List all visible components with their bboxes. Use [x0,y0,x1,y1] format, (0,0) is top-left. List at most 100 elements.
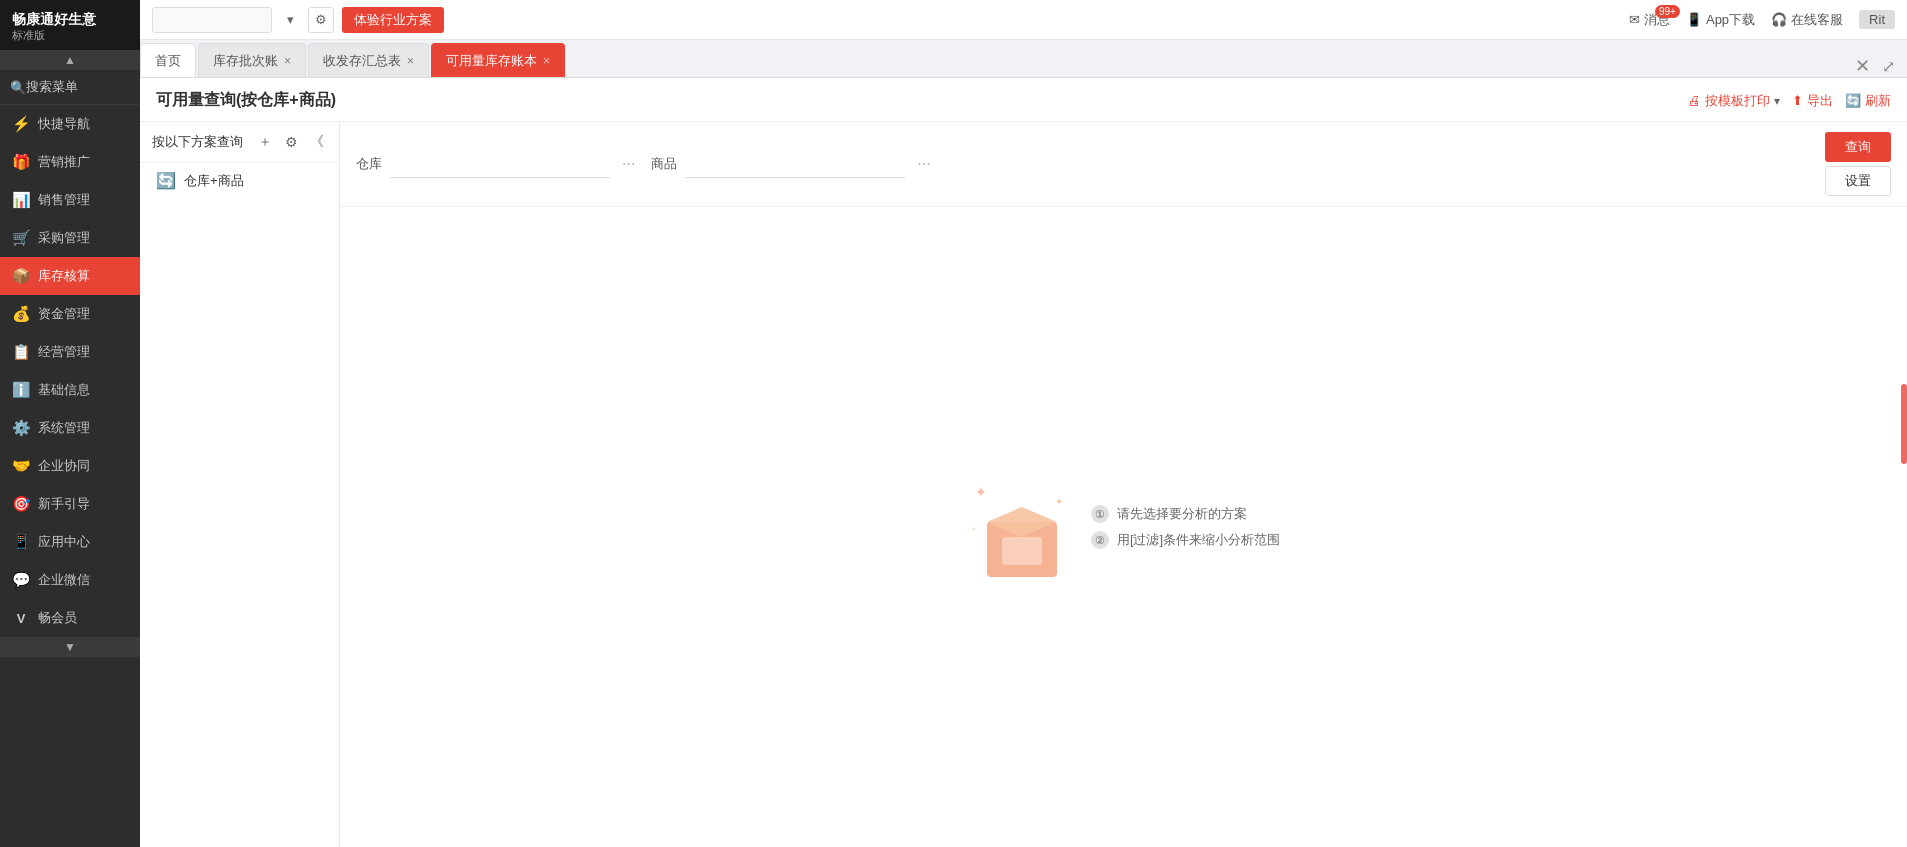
topbar-right: ✉ 消息 99+ 📱 App下载 🎧 在线客服 Rit [1629,10,1895,29]
sidebar-item-sales[interactable]: 📊 销售管理 [0,181,140,219]
sidebar-item-label: 企业协同 [38,457,90,475]
tabs-bar: 首页 库存批次账 × 收发存汇总表 × 可用量库存账本 × ✕ ⤢ [140,40,1907,78]
system-icon: ⚙️ [12,419,30,437]
export-btn[interactable]: ⬆ 导出 [1792,92,1833,110]
query-button[interactable]: 查询 [1825,132,1891,162]
sidebar-search[interactable]: 🔍 搜索菜单 [0,70,140,105]
close-receive-summary-icon[interactable]: × [407,54,414,68]
product-filter-group: 商品 ··· [651,150,930,178]
tab-batch-account-label: 库存批次账 [213,52,278,70]
print-dropdown-icon[interactable]: ▾ [1774,94,1780,108]
printer-icon: 🖨 [1688,93,1701,108]
sidebar-item-label: 销售管理 [38,191,90,209]
sidebar-item-appstore[interactable]: 📱 应用中心 [0,523,140,561]
sidebar-item-label: 采购管理 [38,229,90,247]
enterprise-icon: 🤝 [12,457,30,475]
empty-tip-2: ② 用[过滤]条件来缩小分析范围 [1091,531,1280,549]
app-name: 畅康通好生意 [12,10,128,28]
warehouse-more-icon[interactable]: ··· [622,155,635,173]
action-buttons: 查询 设置 [1825,132,1891,196]
tab-available-account[interactable]: 可用量库存账本 × [431,43,565,77]
right-panel: 仓库 ··· 商品 ··· 查询 设置 [340,122,1907,847]
sidebar-item-basic[interactable]: ℹ️ 基础信息 [0,371,140,409]
close-all-tabs-btn[interactable]: ✕ [1851,55,1874,77]
sidebar-logo: 畅康通好生意 标准版 [0,0,140,50]
product-more-icon[interactable]: ··· [917,155,930,173]
empty-tip-1: ① 请先选择要分析的方案 [1091,505,1280,523]
sidebar-item-newbie[interactable]: 🎯 新手引导 [0,485,140,523]
tab-batch-account[interactable]: 库存批次账 × [198,43,306,77]
refresh-btn[interactable]: 🔄 刷新 [1845,92,1891,110]
empty-illustration: ✦ ✦ • [967,477,1067,577]
sidebar-item-enterprise[interactable]: 🤝 企业协同 [0,447,140,485]
left-panel-header: 按以下方案查询 ＋ ⚙ 《 [140,122,339,163]
collapse-panel-btn[interactable]: 《 [307,132,327,152]
sidebar-scroll-down[interactable]: ▼ [0,637,140,657]
scheme-item-warehouse-product[interactable]: 🔄 仓库+商品 [140,163,339,198]
topbar-search-input[interactable] [152,7,272,33]
sidebar-item-quick-nav[interactable]: ⚡ 快捷导航 [0,105,140,143]
tab-home[interactable]: 首页 [140,43,196,77]
close-batch-account-icon[interactable]: × [284,54,291,68]
left-panel: 按以下方案查询 ＋ ⚙ 《 🔄 仓库+商品 [140,122,340,847]
topbar: ▾ ⚙ 体验行业方案 ✉ 消息 99+ 📱 App下载 🎧 在线客服 Rit [140,0,1907,40]
refresh-icon: 🔄 [1845,93,1861,108]
topbar-gear-icon[interactable]: ⚙ [308,7,334,33]
sidebar-item-purchase[interactable]: 🛒 采购管理 [0,219,140,257]
sidebar-item-system[interactable]: ⚙️ 系统管理 [0,409,140,447]
sidebar-item-operations[interactable]: 📋 经营管理 [0,333,140,371]
sidebar-item-wechat[interactable]: 💬 企业微信 [0,561,140,599]
settings-scheme-btn[interactable]: ⚙ [281,132,301,152]
left-panel-title: 按以下方案查询 [152,133,243,151]
settings-button[interactable]: 设置 [1825,166,1891,196]
inventory-icon: 📦 [12,267,30,285]
online-service-label: 在线客服 [1791,11,1843,29]
warehouse-label: 仓库 [356,155,382,173]
sidebar-item-finance[interactable]: 💰 资金管理 [0,295,140,333]
print-btn[interactable]: 🖨 按模板打印 ▾ [1688,92,1780,110]
sidebar-item-label: 快捷导航 [38,115,90,133]
newbie-icon: 🎯 [12,495,30,513]
close-available-account-icon[interactable]: × [543,54,550,68]
message-badge: 99+ [1655,5,1680,18]
page-title: 可用量查询(按仓库+商品) [156,90,336,111]
user-name: Rit [1869,12,1885,27]
sidebar-item-marketing[interactable]: 🎁 营销推广 [0,143,140,181]
sidebar-item-vip[interactable]: V 畅会员 [0,599,140,637]
quick-nav-icon: ⚡ [12,115,30,133]
tip-text-2: 用[过滤]条件来缩小分析范围 [1117,531,1280,549]
industry-btn[interactable]: 体验行业方案 [342,7,444,33]
tab-receive-summary[interactable]: 收发存汇总表 × [308,43,429,77]
tab-available-account-label: 可用量库存账本 [446,52,537,70]
user-profile-btn[interactable]: Rit [1859,10,1895,29]
right-scrollbar[interactable] [1901,384,1907,464]
add-scheme-btn[interactable]: ＋ [255,132,275,152]
main-content: ▾ ⚙ 体验行业方案 ✉ 消息 99+ 📱 App下载 🎧 在线客服 Rit [140,0,1907,847]
filter-row: 仓库 ··· 商品 ··· 查询 设置 [340,122,1907,207]
topbar-dropdown-icon[interactable]: ▾ [280,7,300,33]
message-icon-btn[interactable]: ✉ 消息 99+ [1629,11,1670,29]
warehouse-input[interactable] [390,150,610,178]
basic-icon: ℹ️ [12,381,30,399]
sales-icon: 📊 [12,191,30,209]
product-label: 商品 [651,155,677,173]
sidebar-scroll-up[interactable]: ▲ [0,50,140,70]
svg-text:•: • [972,524,975,534]
tip-num-2: ② [1091,531,1109,549]
sidebar-item-label: 基础信息 [38,381,90,399]
sidebar-item-label: 畅会员 [38,609,77,627]
refresh-label: 刷新 [1865,92,1891,110]
sidebar-item-inventory[interactable]: 📦 库存核算 [0,257,140,295]
expand-tab-btn[interactable]: ⤢ [1878,57,1899,76]
tip-num-1: ① [1091,505,1109,523]
scheme-item-label: 仓库+商品 [184,172,244,190]
operations-icon: 📋 [12,343,30,361]
online-service-btn[interactable]: 🎧 在线客服 [1771,11,1843,29]
sidebar-item-label: 应用中心 [38,533,90,551]
headset-icon: 🎧 [1771,12,1787,27]
tab-receive-summary-label: 收发存汇总表 [323,52,401,70]
product-input[interactable] [685,150,905,178]
page-actions: 🖨 按模板打印 ▾ ⬆ 导出 🔄 刷新 [1688,92,1891,110]
app-download-btn[interactable]: 📱 App下载 [1686,11,1755,29]
app-version: 标准版 [12,28,128,42]
